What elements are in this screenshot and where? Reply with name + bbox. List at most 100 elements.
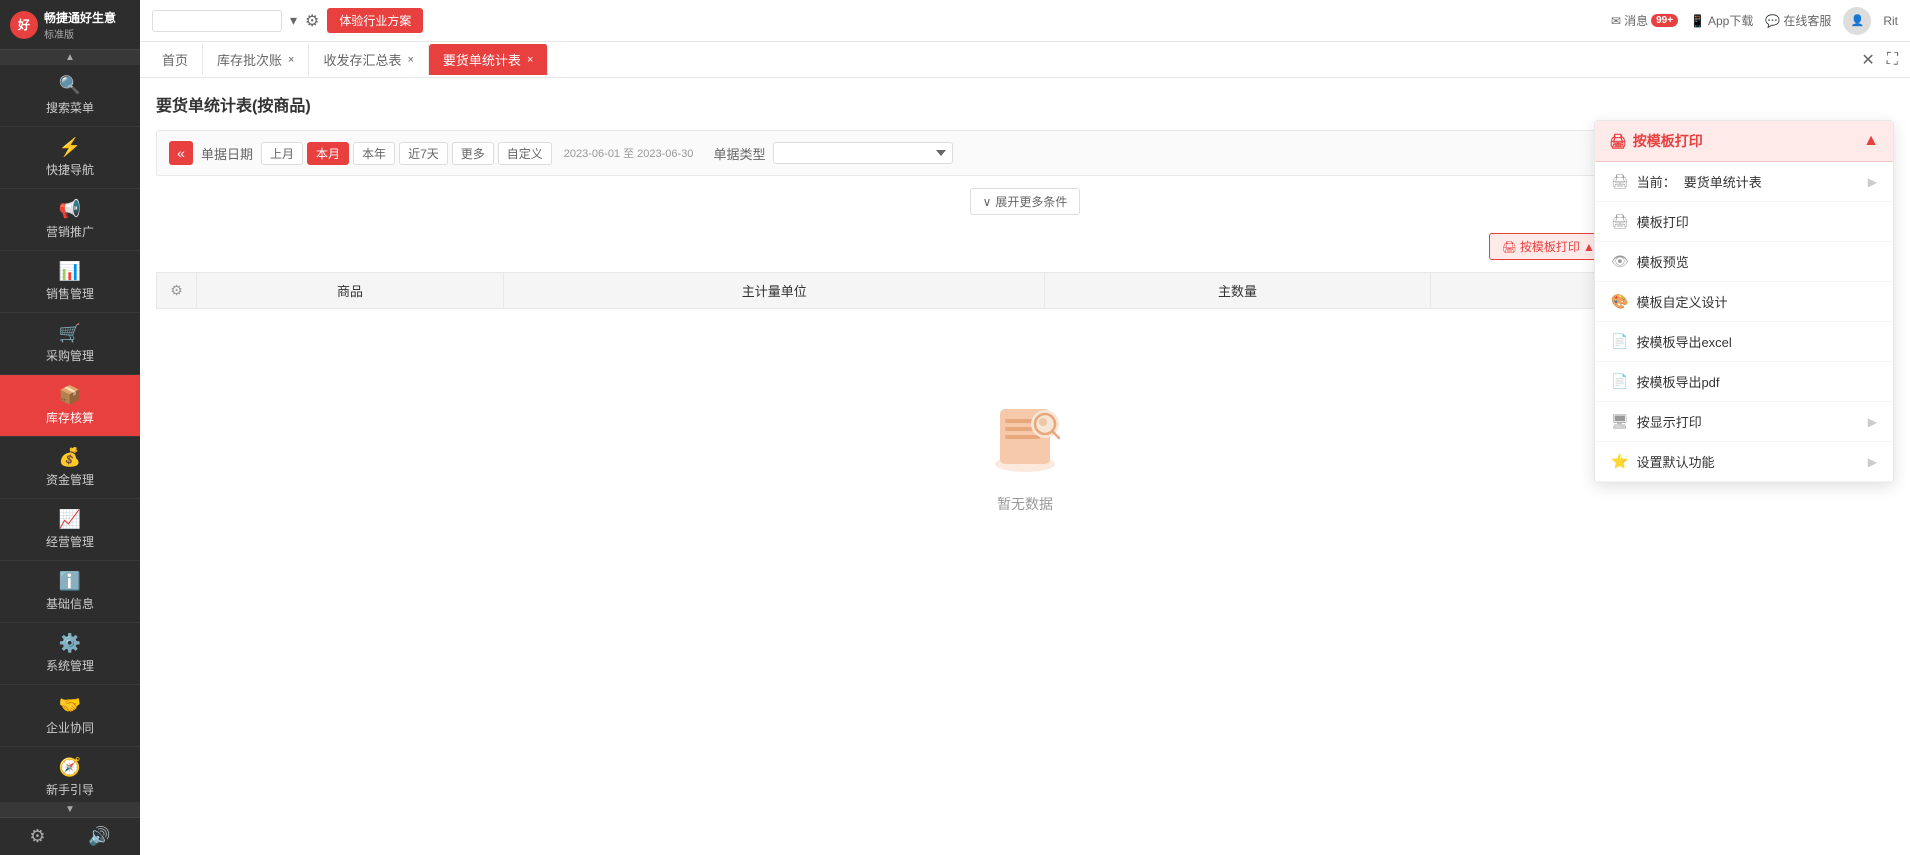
dropdown-item-template-preview[interactable]: 👁 模板预览 — [1595, 242, 1893, 282]
dropdown-item-display-print[interactable]: 🖥 按显示打印 ▶ — [1595, 402, 1893, 442]
nav-label-sales: 销售管理 — [46, 285, 94, 302]
date-btn-week7[interactable]: 近7天 — [399, 142, 448, 165]
set-default-icon: ⭐ — [1611, 453, 1628, 470]
close-tab-button[interactable]: ✕ — [1857, 48, 1878, 72]
sidebar-scroll-up[interactable]: ▲ — [0, 50, 140, 65]
tab-batch[interactable]: 库存批次账 × — [203, 44, 309, 75]
sidebar-item-sales[interactable]: 📊 销售管理 — [0, 251, 140, 313]
app-download-item[interactable]: 📱 App下载 — [1690, 12, 1753, 29]
audio-icon[interactable]: 🔊 — [88, 826, 110, 847]
trial-button[interactable]: 体验行业方案 — [327, 8, 423, 33]
tab-home[interactable]: 首页 — [148, 44, 203, 75]
app-logo-icon: 好 — [10, 11, 38, 39]
date-btn-more[interactable]: 更多 — [452, 142, 494, 165]
current-template-item[interactable]: 🖨 当前： 当前：要货单统计表 要货单统计表 ▶ — [1595, 162, 1893, 202]
date-btn-current[interactable]: 本月 — [307, 142, 349, 165]
sidebar-item-collab[interactable]: 🤝 企业协同 — [0, 685, 140, 747]
dropdown-close-button[interactable]: ▲ — [1863, 132, 1879, 150]
dropdown-item-template-excel[interactable]: 📄 按模板导出excel — [1595, 322, 1893, 362]
expand-more-label: 展开更多条件 — [995, 193, 1067, 210]
sidebar-scroll-down[interactable]: ▼ — [0, 802, 140, 817]
online-service-item[interactable]: 💬 在线客服 — [1765, 12, 1831, 29]
tab-close-receipt[interactable]: × — [407, 54, 413, 66]
sidebar-item-system[interactable]: ⚙️系统管理 — [0, 623, 140, 685]
tab-label-order-stat: 要货单统计表 — [443, 50, 521, 69]
sidebar-item-operation[interactable]: 📈经营管理 — [0, 499, 140, 561]
tab-receipt[interactable]: 收发存汇总表 × — [309, 44, 428, 75]
sidebar-item-basic[interactable]: ℹ️基础信息 — [0, 561, 140, 623]
app-logo-text: 畅捷通好生意 标准版 — [44, 9, 116, 41]
sidebar-item-purchase[interactable]: 🛒采购管理 — [0, 313, 140, 375]
topbar-dropdown-button[interactable]: ▾ — [290, 12, 297, 29]
avatar[interactable]: 👤 — [1843, 7, 1871, 35]
maximize-tab-button[interactable]: ⛶ — [1883, 49, 1902, 71]
nav-label-collab: 企业协同 — [46, 719, 94, 736]
dropdown-item-set-default[interactable]: ⭐ 设置默认功能 ▶ — [1595, 442, 1893, 482]
set-default-arrow: ▶ — [1868, 455, 1877, 469]
page-content: 要货单统计表(按商品) « 单据日期 上月本月本年近7天更多自定义 2023-0… — [140, 78, 1910, 855]
page-title: 要货单统计表(按商品) — [156, 92, 1894, 116]
dropdown-item-template-pdf[interactable]: 📄 按模板导出pdf — [1595, 362, 1893, 402]
topbar-right: ✉ 消息 99+ 📱 App下载 💬 在线客服 👤 Rit — [1611, 7, 1898, 35]
date-options: 上月本月本年近7天更多自定义 — [261, 142, 552, 165]
date-btn-prev[interactable]: 上月 — [261, 142, 303, 165]
tab-close-batch[interactable]: × — [288, 54, 294, 66]
nav-label-marketing: 营销推广 — [46, 223, 94, 240]
nav-label-guide: 新手引导 — [46, 781, 94, 798]
date-filter-label: 单据日期 — [201, 144, 253, 163]
dropdown-item-template-design[interactable]: 🎨 模板自定义设计 — [1595, 282, 1893, 322]
filter-expand-button[interactable]: « — [169, 141, 193, 165]
template-design-icon: 🎨 — [1611, 293, 1628, 310]
sidebar-item-finance[interactable]: 💰资金管理 — [0, 437, 140, 499]
message-item[interactable]: ✉ 消息 99+ — [1611, 12, 1678, 29]
tabs-bar: 首页 库存批次账 × 收发存汇总表 × 要货单统计表 × ✕ ⛶ — [140, 42, 1910, 78]
topbar-settings-button[interactable]: ⚙ — [305, 11, 319, 31]
empty-icon — [980, 389, 1070, 479]
sidebar: 好 畅捷通好生意 标准版 ▲ 🔍搜索菜单⚡快捷导航📢营销推广 📊 销售管理 🛒采购管理… — [0, 0, 140, 855]
date-btn-year[interactable]: 本年 — [353, 142, 395, 165]
template-print-label: 模板打印 — [1637, 212, 1689, 231]
table-product-header: 商品 — [197, 273, 504, 309]
guide-icon: 🧭 — [59, 757, 81, 778]
date-btn-custom[interactable]: 自定义 — [498, 142, 552, 165]
sales-icon: 📊 — [59, 261, 81, 282]
tab-label-batch: 库存批次账 — [217, 50, 282, 69]
print-template-button[interactable]: 🖨 按模板打印 ▲ — [1489, 233, 1608, 260]
search-icon: 🔍 — [59, 75, 81, 96]
message-icon: ✉ — [1611, 14, 1621, 28]
display-print-icon: 🖥 — [1611, 413, 1629, 430]
sidebar-item-marketing[interactable]: 📢营销推广 — [0, 189, 140, 251]
nav-label-inventory: 库存核算 — [46, 409, 94, 426]
empty-text: 暂无数据 — [997, 494, 1053, 514]
sidebar-item-guide[interactable]: 🧭 新手引导 — [0, 747, 140, 802]
tab-order-stat[interactable]: 要货单统计表 × — [429, 44, 548, 75]
table-column-settings-icon[interactable]: ⚙ — [170, 282, 183, 298]
tab-label-home: 首页 — [162, 50, 188, 69]
set-default-label: 设置默认功能 — [1636, 452, 1714, 471]
sidebar-item-quicknav[interactable]: ⚡快捷导航 — [0, 127, 140, 189]
collab-icon: 🤝 — [59, 695, 81, 716]
sidebar-item-inventory[interactable]: 📦库存核算 — [0, 375, 140, 437]
topbar-search-input[interactable] — [152, 10, 282, 32]
type-filter-label: 单据类型 — [713, 144, 765, 163]
tab-close-order-stat[interactable]: × — [527, 54, 533, 66]
sidebar-item-search[interactable]: 🔍搜索菜单 — [0, 65, 140, 127]
template-preview-label: 模板预览 — [1637, 252, 1689, 271]
template-excel-label: 按模板导出excel — [1636, 332, 1731, 351]
dropdown-header-left: 🖨 按模板打印 — [1609, 131, 1703, 151]
table-quantity-header: 主数量 — [1045, 273, 1430, 309]
template-excel-icon: 📄 — [1611, 333, 1628, 350]
quicknav-icon: ⚡ — [59, 137, 81, 158]
tab-label-receipt: 收发存汇总表 — [323, 50, 401, 69]
type-filter-select[interactable] — [773, 142, 953, 164]
template-preview-icon: 👁 — [1611, 253, 1629, 270]
table-settings-header[interactable]: ⚙ — [157, 273, 197, 309]
expand-more-button[interactable]: ∨ 展开更多条件 — [970, 188, 1081, 215]
dropdown-item-template-print[interactable]: 🖨 模板打印 — [1595, 202, 1893, 242]
settings-icon[interactable]: ⚙ — [29, 826, 45, 847]
empty-illustration — [980, 389, 1070, 482]
basic-icon: ℹ️ — [59, 571, 81, 592]
print-icon: 🖨 — [1502, 240, 1517, 254]
system-icon: ⚙️ — [59, 633, 81, 654]
sidebar-bottom: ⚙ 🔊 — [0, 817, 140, 855]
